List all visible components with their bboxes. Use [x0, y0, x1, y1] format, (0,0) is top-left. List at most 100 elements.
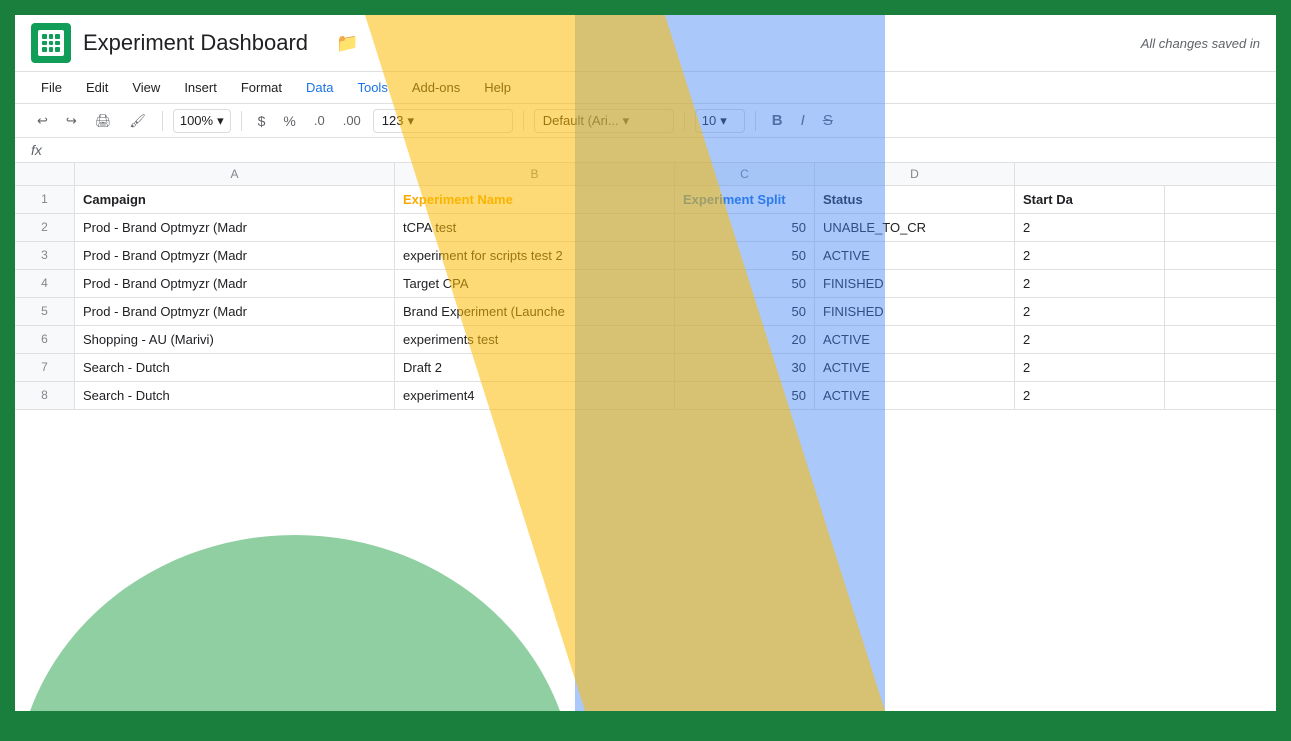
corner-spacer — [15, 163, 75, 185]
cell-d5[interactable]: FINISHED — [815, 298, 1015, 325]
decimal-less-button[interactable]: .0 — [308, 109, 331, 132]
cell-e5[interactable]: 2 — [1015, 298, 1165, 325]
menu-insert[interactable]: Insert — [174, 76, 227, 99]
cell-d2[interactable]: UNABLE_TO_CR — [815, 214, 1015, 241]
cell-d8[interactable]: ACTIVE — [815, 382, 1015, 409]
cell-c3[interactable]: 50 — [675, 242, 815, 269]
formula-input[interactable] — [58, 143, 1268, 158]
data-row-8: 8 Search - Dutch experiment4 50 ACTIVE 2 — [15, 382, 1276, 410]
currency-button[interactable]: $ — [252, 109, 272, 133]
folder-icon[interactable]: 📁 — [336, 33, 358, 54]
font-size-chevron: ▾ — [720, 113, 727, 129]
cell-d6[interactable]: ACTIVE — [815, 326, 1015, 353]
main-container: Experiment Dashboard 📁 All changes saved… — [15, 15, 1276, 711]
formula-bar: fx — [15, 138, 1276, 163]
cell-a7[interactable]: Search - Dutch — [75, 354, 395, 381]
cell-b4[interactable]: Target CPA — [395, 270, 675, 297]
percent-button[interactable]: % — [277, 109, 301, 133]
menu-bar: File Edit View Insert Format Data Tools … — [15, 72, 1276, 104]
cell-b6[interactable]: experiments test — [395, 326, 675, 353]
cell-e7[interactable]: 2 — [1015, 354, 1165, 381]
col-header-b[interactable]: B — [395, 163, 675, 185]
cell-d3[interactable]: ACTIVE — [815, 242, 1015, 269]
menu-help[interactable]: Help — [474, 76, 521, 99]
toolbar-divider-4 — [684, 111, 685, 131]
data-row-2: 2 Prod - Brand Optmyzr (Madr tCPA test 5… — [15, 214, 1276, 242]
col-header-d[interactable]: D — [815, 163, 1015, 185]
col-header-c[interactable]: C — [675, 163, 815, 185]
toolbar-divider-5 — [755, 111, 756, 131]
bold-button[interactable]: B — [766, 108, 789, 133]
cell-a4[interactable]: Prod - Brand Optmyzr (Madr — [75, 270, 395, 297]
font-family-select[interactable]: Default (Ari... ▾ — [534, 109, 674, 133]
menu-addons[interactable]: Add-ons — [402, 76, 470, 99]
cell-c7[interactable]: 30 — [675, 354, 815, 381]
cell-e3[interactable]: 2 — [1015, 242, 1165, 269]
data-row-5: 5 Prod - Brand Optmyzr (Madr Brand Exper… — [15, 298, 1276, 326]
menu-data[interactable]: Data — [296, 76, 343, 99]
row-num-7: 7 — [15, 354, 75, 381]
sheets-app-icon — [31, 23, 71, 63]
cell-c5[interactable]: 50 — [675, 298, 815, 325]
menu-tools[interactable]: Tools — [347, 76, 397, 99]
cell-a2[interactable]: Prod - Brand Optmyzr (Madr — [75, 214, 395, 241]
menu-file[interactable]: File — [31, 76, 72, 99]
cell-e6[interactable]: 2 — [1015, 326, 1165, 353]
cell-d4[interactable]: FINISHED — [815, 270, 1015, 297]
cell-c8[interactable]: 50 — [675, 382, 815, 409]
row-num-5: 5 — [15, 298, 75, 325]
row-num-1: 1 — [15, 186, 75, 213]
cell-e4[interactable]: 2 — [1015, 270, 1165, 297]
cell-b2[interactable]: tCPA test — [395, 214, 675, 241]
cell-b5[interactable]: Brand Experiment (Launche — [395, 298, 675, 325]
format-type-select[interactable]: 123 ▾ — [373, 109, 513, 133]
column-headers-row: A B C D — [15, 163, 1276, 186]
zoom-value: 100% — [180, 113, 213, 128]
row-num-8: 8 — [15, 382, 75, 409]
cell-a5[interactable]: Prod - Brand Optmyzr (Madr — [75, 298, 395, 325]
font-size-value: 10 — [702, 113, 716, 128]
toolbar-divider-2 — [241, 111, 242, 131]
format-type-chevron: ▾ — [408, 113, 415, 129]
data-row-7: 7 Search - Dutch Draft 2 30 ACTIVE 2 — [15, 354, 1276, 382]
toolbar-divider-1 — [162, 111, 163, 131]
data-row-6: 6 Shopping - AU (Marivi) experiments tes… — [15, 326, 1276, 354]
menu-edit[interactable]: Edit — [76, 76, 118, 99]
document-title: Experiment Dashboard — [83, 30, 308, 56]
cell-c2[interactable]: 50 — [675, 214, 815, 241]
title-bar: Experiment Dashboard 📁 All changes saved… — [15, 15, 1276, 72]
italic-button[interactable]: I — [795, 108, 811, 133]
cell-d7[interactable]: ACTIVE — [815, 354, 1015, 381]
row-num-4: 4 — [15, 270, 75, 297]
cell-c1[interactable]: Experiment Split — [675, 186, 815, 213]
data-row-3: 3 Prod - Brand Optmyzr (Madr experiment … — [15, 242, 1276, 270]
row-num-6: 6 — [15, 326, 75, 353]
menu-format[interactable]: Format — [231, 76, 292, 99]
strikethrough-button[interactable]: S — [817, 108, 839, 133]
cell-c6[interactable]: 20 — [675, 326, 815, 353]
cell-e1[interactable]: Start Da — [1015, 186, 1165, 213]
cell-e8[interactable]: 2 — [1015, 382, 1165, 409]
cell-a3[interactable]: Prod - Brand Optmyzr (Madr — [75, 242, 395, 269]
print-button[interactable]: 🖨 — [89, 109, 118, 133]
cell-b7[interactable]: Draft 2 — [395, 354, 675, 381]
decimal-more-button[interactable]: .00 — [337, 109, 367, 132]
paint-format-button[interactable]: 🖌 — [123, 109, 152, 133]
redo-button[interactable]: ↪ — [60, 109, 83, 133]
cell-b8[interactable]: experiment4 — [395, 382, 675, 409]
font-family-chevron: ▾ — [623, 113, 630, 129]
cell-b1[interactable]: Experiment Name — [395, 186, 675, 213]
cell-e2[interactable]: 2 — [1015, 214, 1165, 241]
zoom-select[interactable]: 100% ▾ — [173, 109, 231, 133]
col-header-a[interactable]: A — [75, 163, 395, 185]
cell-c4[interactable]: 50 — [675, 270, 815, 297]
font-size-select[interactable]: 10 ▾ — [695, 109, 745, 133]
cell-d1[interactable]: Status — [815, 186, 1015, 213]
cell-a8[interactable]: Search - Dutch — [75, 382, 395, 409]
cell-a6[interactable]: Shopping - AU (Marivi) — [75, 326, 395, 353]
row-num-2: 2 — [15, 214, 75, 241]
cell-a1[interactable]: Campaign — [75, 186, 395, 213]
undo-button[interactable]: ↩ — [31, 109, 54, 133]
menu-view[interactable]: View — [122, 76, 170, 99]
cell-b3[interactable]: experiment for scripts test 2 — [395, 242, 675, 269]
